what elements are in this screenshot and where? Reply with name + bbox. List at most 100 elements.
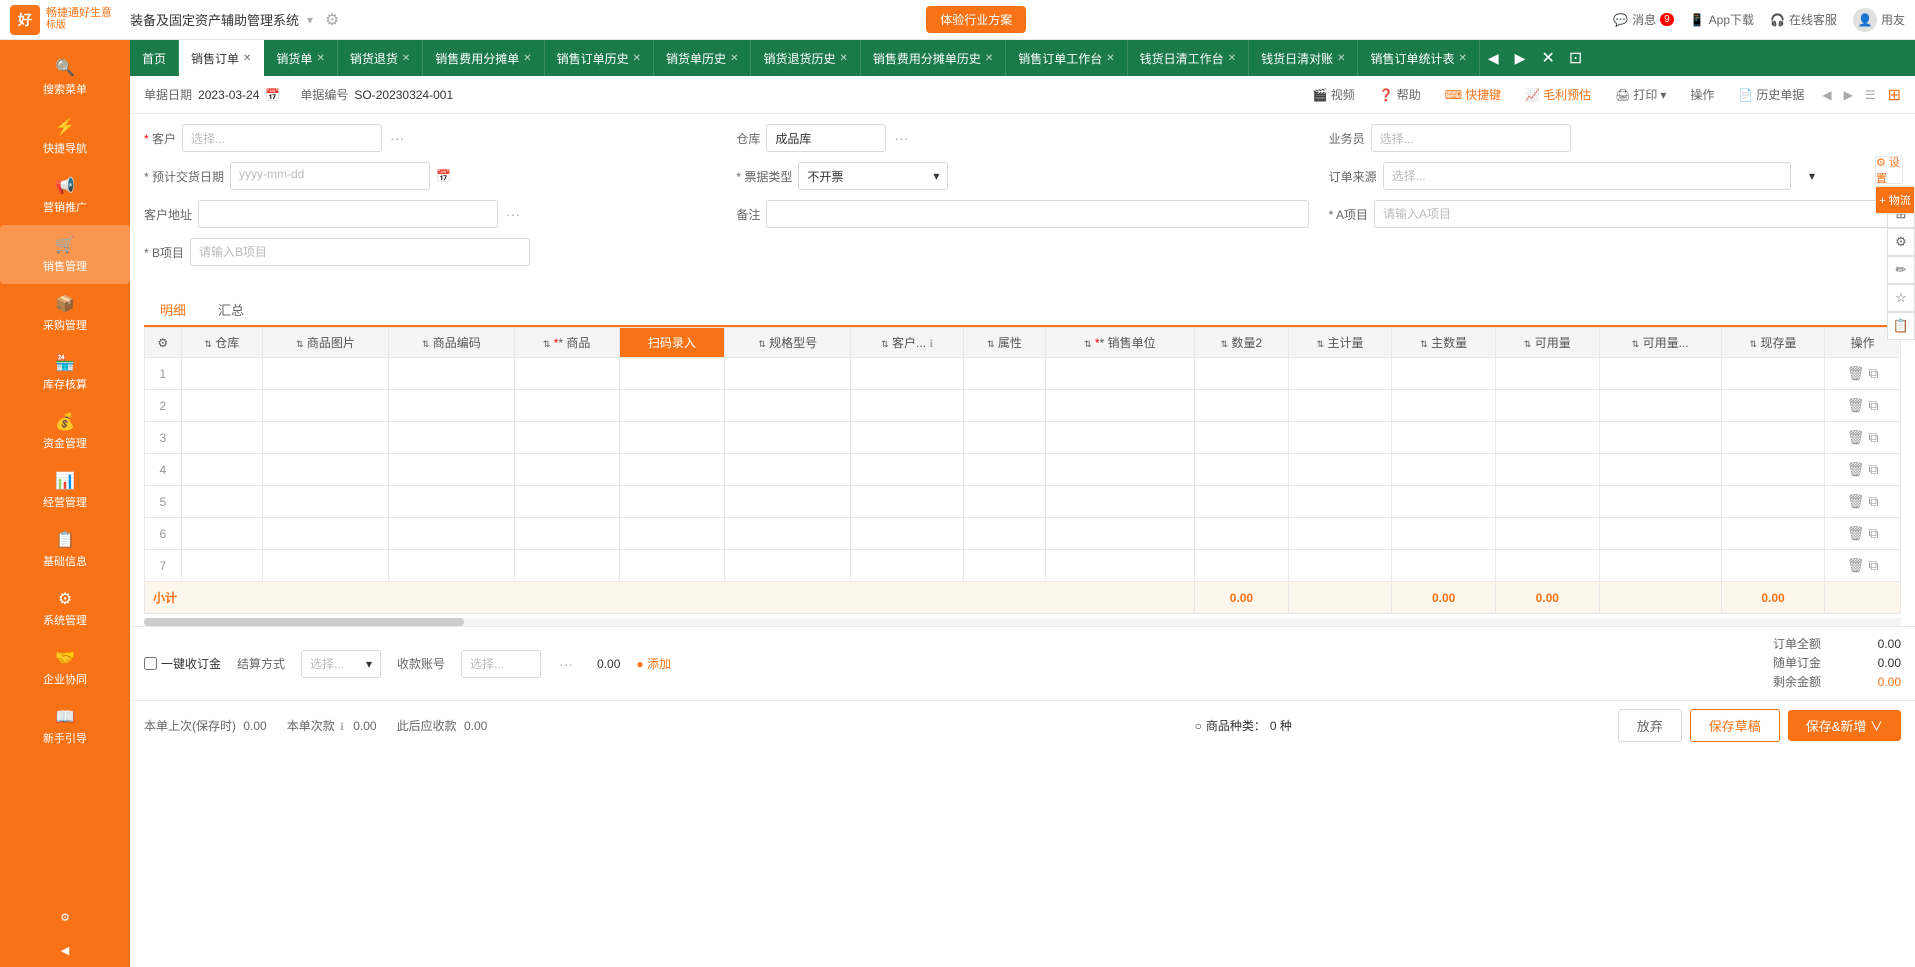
row-2-main-unit[interactable] [1288, 390, 1392, 422]
row-6-main-unit[interactable] [1288, 518, 1392, 550]
b-project-input[interactable]: 请输入B项目 [190, 238, 530, 266]
settlement-select[interactable]: 选择... ▾ [301, 650, 381, 678]
tab-close-icon[interactable]: ✕ [1337, 53, 1345, 64]
row-2-stock[interactable] [1721, 390, 1825, 422]
row-7-image[interactable] [263, 550, 389, 582]
staff-input[interactable]: 选择... [1371, 124, 1571, 152]
row-1-spec[interactable] [725, 358, 851, 390]
delete-row-btn[interactable]: 🗑 [1847, 493, 1865, 510]
date-value[interactable]: 2023-03-24 [198, 88, 259, 102]
tab-sales-expense[interactable]: 销售费用分摊单 ✕ [423, 40, 544, 76]
discard-btn[interactable]: 放弃 [1618, 709, 1682, 742]
customer-dots-btn[interactable]: ··· [390, 130, 404, 146]
table-scrollbar[interactable] [144, 618, 1901, 626]
row-6-customer-code[interactable] [851, 518, 964, 550]
address-input[interactable] [198, 200, 498, 228]
row-5-main-unit[interactable] [1288, 486, 1392, 518]
tab-close-icon[interactable]: ✕ [1228, 53, 1236, 64]
th-attr[interactable]: ⇅ 属性 [964, 328, 1045, 358]
sidebar-item-marketing[interactable]: 📢 营销推广 [0, 166, 130, 225]
row-7-available[interactable] [1495, 550, 1599, 582]
row-4-code[interactable] [388, 454, 514, 486]
grid-view-icon[interactable]: ⊞ [1888, 85, 1901, 105]
row-2-attr[interactable] [964, 390, 1045, 422]
tab-summary[interactable]: 汇总 [202, 294, 260, 325]
rsb-btn-5[interactable]: 📋 [1887, 312, 1915, 340]
th-main-qty[interactable]: ⇅ 主数量 [1392, 328, 1496, 358]
row-2-main-qty[interactable] [1392, 390, 1496, 422]
operation-btn[interactable]: 操作 [1684, 84, 1720, 105]
scroll-thumb[interactable] [144, 618, 464, 626]
row-6-image[interactable] [263, 518, 389, 550]
th-unit[interactable]: ⇅ ** 销售单位 [1045, 328, 1194, 358]
row-1-warehouse[interactable] [181, 358, 262, 390]
delete-row-btn[interactable]: 🗑 [1847, 525, 1865, 542]
row-6-unit[interactable] [1045, 518, 1194, 550]
row-7-main-qty[interactable] [1392, 550, 1496, 582]
row-7-unit[interactable] [1045, 550, 1194, 582]
row-4-qty2[interactable] [1195, 454, 1289, 486]
row-6-stock[interactable] [1721, 518, 1825, 550]
delete-row-btn[interactable]: 🗑 [1847, 557, 1865, 574]
delete-row-btn[interactable]: 🗑 [1847, 365, 1865, 382]
row-1-available2[interactable] [1599, 358, 1721, 390]
remark-input[interactable] [766, 200, 1308, 228]
sidebar-item-search[interactable]: 🔍 搜索菜单 [0, 48, 130, 107]
row-2-image[interactable] [263, 390, 389, 422]
row-5-stock[interactable] [1721, 486, 1825, 518]
tab-close-icon[interactable]: ✕ [1459, 53, 1467, 64]
copy-row-btn[interactable]: ⧉ [1869, 525, 1879, 542]
row-6-code[interactable] [388, 518, 514, 550]
sidebar-settings-btn[interactable]: ⚙ [0, 901, 130, 934]
tab-close-icon[interactable]: ✕ [243, 53, 251, 64]
row-1-available[interactable] [1495, 358, 1599, 390]
delete-row-btn[interactable]: 🗑 [1847, 461, 1865, 478]
row-7-stock[interactable] [1721, 550, 1825, 582]
row-4-product[interactable] [514, 454, 619, 486]
copy-row-btn[interactable]: ⧉ [1869, 493, 1879, 510]
row-5-product[interactable] [514, 486, 619, 518]
row-5-available[interactable] [1495, 486, 1599, 518]
profit-btn[interactable]: 📈 毛利预估 [1519, 84, 1597, 105]
tab-detail[interactable]: 明细 [144, 294, 202, 327]
row-2-qty2[interactable] [1195, 390, 1289, 422]
save-draft-btn[interactable]: 保存草稿 [1690, 709, 1780, 742]
tab-maximize-btn[interactable]: ⊡ [1563, 48, 1588, 68]
row-5-qty2[interactable] [1195, 486, 1289, 518]
tab-invoice-history[interactable]: 销货单历史 ✕ [654, 40, 751, 76]
nav-next-icon[interactable]: ▶ [1844, 88, 1853, 102]
row-3-available[interactable] [1495, 422, 1599, 454]
app-download-btn[interactable]: 📱 App下载 [1690, 11, 1754, 28]
row-7-attr[interactable] [964, 550, 1045, 582]
row-3-code[interactable] [388, 422, 514, 454]
sidebar-collapse-btn[interactable]: ◀ [0, 934, 130, 967]
delivery-date-input[interactable]: yyyy-mm-dd [230, 162, 430, 190]
row-2-customer-code[interactable] [851, 390, 964, 422]
row-1-qty2[interactable] [1195, 358, 1289, 390]
row-1-image[interactable] [263, 358, 389, 390]
th-available2[interactable]: ⇅ 可用量... [1599, 328, 1721, 358]
delivery-calendar-icon[interactable]: 📅 [436, 169, 451, 183]
row-7-product[interactable] [514, 550, 619, 582]
row-2-product[interactable] [514, 390, 619, 422]
th-warehouse[interactable]: ⇅ 仓库 [181, 328, 262, 358]
row-6-spec[interactable] [725, 518, 851, 550]
row-6-available[interactable] [1495, 518, 1599, 550]
industry-btn[interactable]: 体验行业方案 [926, 6, 1026, 33]
print-dropdown-icon[interactable]: ▾ [1660, 88, 1666, 102]
row-4-unit[interactable] [1045, 454, 1194, 486]
row-4-main-qty[interactable] [1392, 454, 1496, 486]
delete-row-btn[interactable]: 🗑 [1847, 397, 1865, 414]
row-5-spec[interactable] [725, 486, 851, 518]
row-3-warehouse[interactable] [181, 422, 262, 454]
copy-row-btn[interactable]: ⧉ [1869, 429, 1879, 446]
row-3-qty2[interactable] [1195, 422, 1289, 454]
row-1-main-unit[interactable] [1288, 358, 1392, 390]
copy-row-btn[interactable]: ⧉ [1869, 557, 1879, 574]
one-click-checkbox[interactable] [144, 657, 157, 670]
th-settings[interactable]: ⚙ [145, 328, 182, 358]
sidebar-item-management[interactable]: 📊 经营管理 [0, 461, 130, 520]
row-4-image[interactable] [263, 454, 389, 486]
a-project-input[interactable]: 请输入A项目 [1374, 200, 1901, 228]
sidebar-item-guide[interactable]: 📖 新手引导 [0, 697, 130, 756]
